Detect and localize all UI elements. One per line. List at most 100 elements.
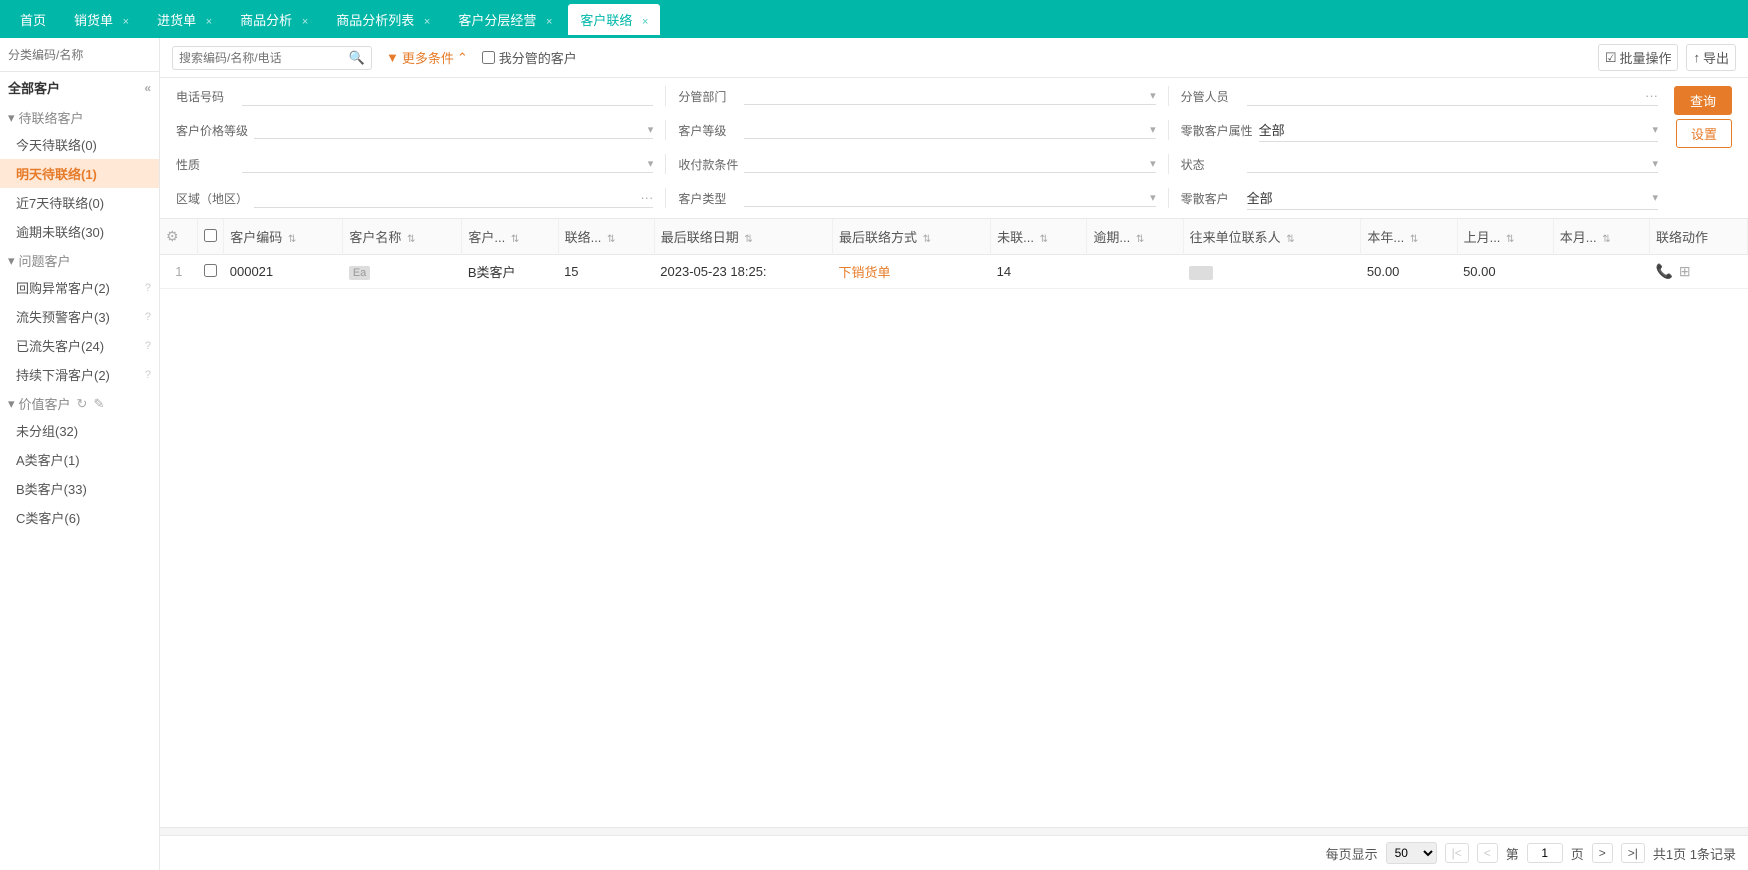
- nav-product-analysis-list[interactable]: 商品分析列表 ×: [324, 4, 442, 35]
- first-page-button[interactable]: |<: [1445, 843, 1469, 863]
- col-checkbox: [198, 219, 224, 255]
- nav-home[interactable]: 首页: [8, 4, 58, 35]
- sort-type-icon[interactable]: ⇅: [511, 234, 519, 245]
- filter-customer-level-select[interactable]: [744, 121, 1155, 139]
- select-all-checkbox[interactable]: [204, 229, 217, 242]
- help-churn-warning-icon[interactable]: ?: [145, 311, 151, 323]
- column-settings-icon[interactable]: ⚙: [166, 228, 179, 244]
- page-size-select[interactable]: 50 20 100 200: [1386, 842, 1437, 864]
- action-phone-icon[interactable]: 📞: [1655, 263, 1672, 280]
- last-contact-link[interactable]: 下销货单: [838, 265, 890, 280]
- help-abnormal-icon[interactable]: ?: [145, 282, 151, 294]
- sort-this-year-icon[interactable]: ⇅: [1410, 234, 1418, 245]
- sidebar-search-input[interactable]: [8, 48, 160, 62]
- help-declining-icon[interactable]: ?: [145, 369, 151, 381]
- value-refresh-icon[interactable]: ↻: [77, 396, 88, 412]
- action-grid-icon[interactable]: ⊞: [1679, 263, 1691, 280]
- my-customers-checkbox[interactable]: 我分管的客户: [482, 48, 577, 67]
- sidebar-item-abnormal[interactable]: 回购异常客户(2) ?: [0, 273, 159, 302]
- sort-overdue-icon[interactable]: ⇅: [1136, 234, 1144, 245]
- nav-customer-tier[interactable]: 客户分层经营 ×: [446, 4, 564, 35]
- filter-status-select[interactable]: [1247, 155, 1658, 173]
- filter-dept-select[interactable]: [744, 87, 1155, 105]
- help-churned-icon[interactable]: ?: [145, 340, 151, 352]
- filter-payment-select[interactable]: [744, 155, 1155, 173]
- checkbox-icon: ☑: [1605, 50, 1617, 66]
- close-purchase-icon[interactable]: ×: [206, 16, 212, 28]
- filter-nature-select[interactable]: [242, 155, 653, 173]
- filter-scatter-attr-select[interactable]: 全部: [1259, 118, 1658, 142]
- sort-method-icon[interactable]: ⇅: [923, 234, 931, 245]
- col-settings: ⚙: [160, 219, 198, 255]
- row-uncontacted: 14: [991, 255, 1087, 289]
- my-customers-checkbox-input[interactable]: [482, 51, 495, 64]
- nav-product-analysis[interactable]: 商品分析 ×: [228, 4, 320, 35]
- group-value-label: ▾ 价值客户 ↻ ✎: [0, 389, 159, 416]
- sidebar-item-ungrouped[interactable]: 未分组(32): [0, 416, 159, 445]
- sort-uncontacted-icon[interactable]: ⇅: [1040, 234, 1048, 245]
- close-customer-contact-icon[interactable]: ×: [642, 16, 648, 28]
- prev-page-button[interactable]: <: [1477, 843, 1498, 863]
- more-filter-button[interactable]: ▼ 更多条件 ⌃: [380, 45, 474, 70]
- next-page-button[interactable]: >: [1592, 843, 1613, 863]
- row-code: 000021: [224, 255, 343, 289]
- sidebar-item-declining[interactable]: 持续下滑客户(2) ?: [0, 360, 159, 389]
- close-customer-tier-icon[interactable]: ×: [546, 16, 552, 28]
- close-product-list-icon[interactable]: ×: [424, 16, 430, 28]
- scatter-attr-chevron-icon: [1652, 123, 1658, 136]
- sidebar-item-type-c[interactable]: C类客户(6): [0, 503, 159, 532]
- sort-date-icon[interactable]: ⇅: [744, 234, 752, 245]
- filter-customer-type-select[interactable]: [744, 189, 1155, 207]
- filter-region-select[interactable]: ···: [254, 188, 653, 208]
- row-this-year: 50.00: [1361, 255, 1457, 289]
- sidebar-item-type-b[interactable]: B类客户(33): [0, 474, 159, 503]
- row-checkbox-cell: [198, 255, 224, 289]
- all-customers-header[interactable]: 全部客户 «: [0, 72, 159, 103]
- sidebar-item-week-pending[interactable]: 近7天待联络(0): [0, 188, 159, 217]
- group-pending-label: ▾ 待联络客户: [0, 103, 159, 130]
- status-chevron-icon: [1652, 157, 1658, 170]
- toolbar-search-icon[interactable]: 🔍: [349, 50, 365, 66]
- nav-customer-contact[interactable]: 客户联络 ×: [568, 4, 660, 35]
- export-button[interactable]: ↑ 导出: [1686, 44, 1736, 71]
- sidebar-item-type-a[interactable]: A类客户(1): [0, 445, 159, 474]
- sidebar-item-churn-warning[interactable]: 流失预警客户(3) ?: [0, 302, 159, 331]
- settings-button[interactable]: 设置: [1676, 119, 1732, 148]
- filter-person-select[interactable]: ···: [1247, 86, 1658, 106]
- sort-contact-icon[interactable]: ⇅: [607, 234, 615, 245]
- sidebar-item-churned[interactable]: 已流失客户(24) ?: [0, 331, 159, 360]
- sort-person-icon[interactable]: ⇅: [1286, 234, 1294, 245]
- sort-code-icon[interactable]: ⇅: [288, 234, 296, 245]
- close-product-analysis-icon[interactable]: ×: [302, 16, 308, 28]
- sort-name-icon[interactable]: ⇅: [407, 234, 415, 245]
- value-edit-icon[interactable]: ✎: [93, 396, 104, 412]
- horizontal-scrollbar[interactable]: [160, 827, 1748, 835]
- close-sales-icon[interactable]: ×: [123, 16, 129, 28]
- filter-region: 区域（地区） ···: [176, 188, 653, 208]
- scatter-chevron-icon: [1652, 191, 1658, 204]
- sort-this-month-icon[interactable]: ⇅: [1602, 234, 1610, 245]
- query-button[interactable]: 查询: [1674, 86, 1732, 115]
- filter-person: 分管人员 ···: [1181, 86, 1658, 106]
- sort-last-month-icon[interactable]: ⇅: [1506, 234, 1514, 245]
- batch-operation-button[interactable]: ☑ 批量操作: [1598, 44, 1679, 71]
- sidebar-item-tomorrow-pending[interactable]: 明天待联络(1): [0, 159, 159, 188]
- table-row: 1 000021 Ea B类客户 15 2023-05-23 18:25: 下销…: [160, 255, 1748, 289]
- sidebar-item-today-pending[interactable]: 今天待联络(0): [0, 130, 159, 159]
- nav-purchase[interactable]: 进货单 ×: [145, 4, 224, 35]
- filter-dept-label: 分管部门: [678, 88, 738, 105]
- nav-sales[interactable]: 销货单 ×: [62, 4, 141, 35]
- last-page-button[interactable]: >|: [1621, 843, 1645, 863]
- person-dots-icon: ···: [1645, 88, 1658, 103]
- filter-price-level-select[interactable]: [254, 121, 653, 139]
- content-area: 🔍 ▼ 更多条件 ⌃ 我分管的客户 ☑ 批量操作 ↑ 导出: [160, 38, 1748, 870]
- page-input[interactable]: [1527, 843, 1563, 863]
- sidebar-item-overdue[interactable]: 逾期未联络(30): [0, 217, 159, 246]
- search-input[interactable]: [179, 51, 349, 65]
- filter-scatter-select[interactable]: 全部: [1247, 186, 1658, 210]
- filter-phone-input[interactable]: [242, 87, 653, 106]
- total-records: 共1页 1条记录: [1653, 844, 1736, 863]
- row-checkbox[interactable]: [204, 264, 217, 277]
- row-overdue: [1087, 255, 1183, 289]
- sidebar-collapse-icon[interactable]: «: [144, 81, 151, 95]
